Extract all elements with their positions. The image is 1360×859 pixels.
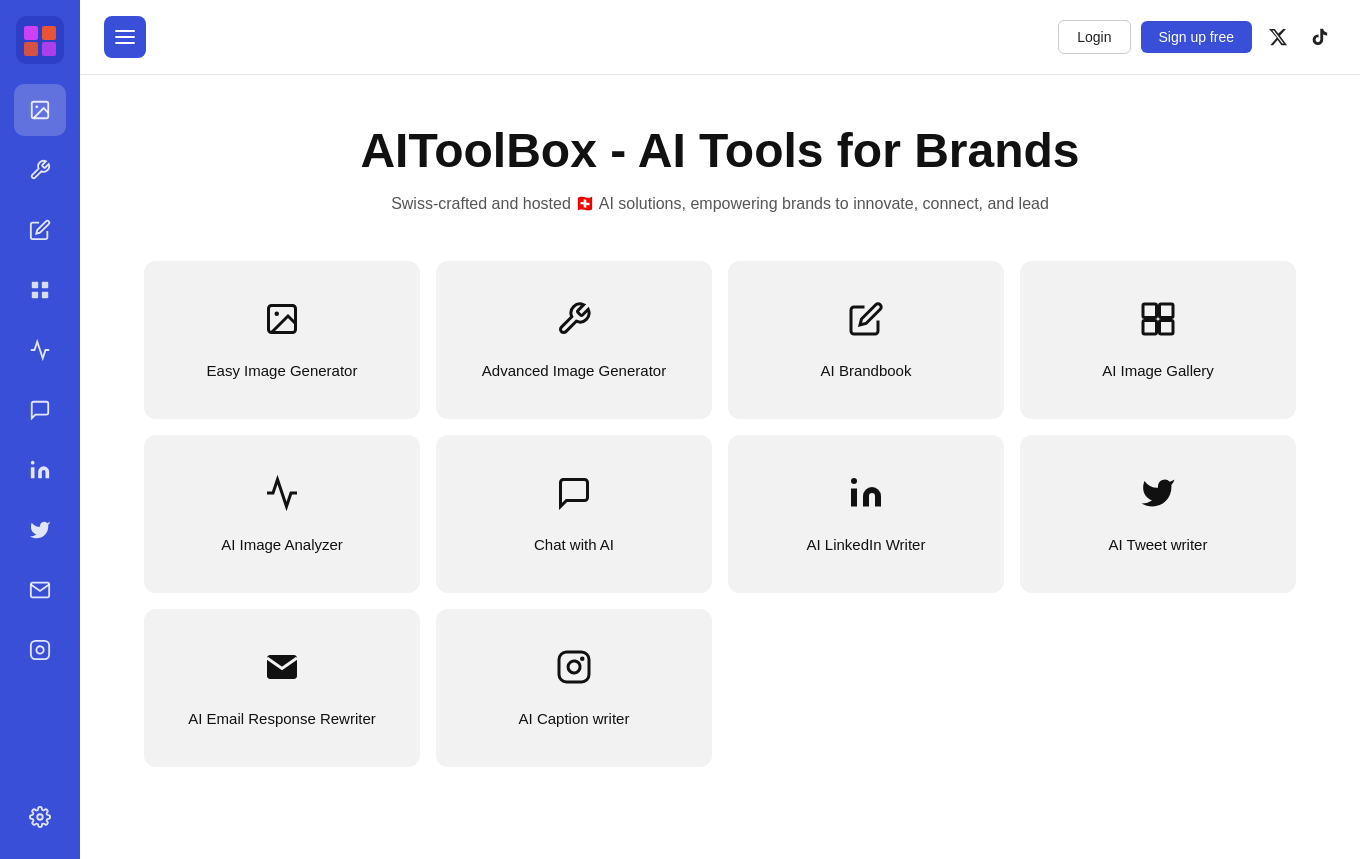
svg-rect-2 [42,26,56,40]
sidebar-item-edit[interactable] [14,204,66,256]
svg-rect-11 [31,467,35,478]
sidebar-item-instagram[interactable] [14,624,66,676]
tool-card-ai-email-rewriter[interactable]: AI Email Response Rewriter [144,609,420,767]
sidebar-item-analytics[interactable] [14,324,66,376]
ai-caption-writer-icon [556,649,592,694]
tool-card-ai-tweet-writer[interactable]: AI Tweet writer [1020,435,1296,593]
svg-rect-1 [24,26,38,40]
tools-grid: Easy Image Generator Advanced Image Gene… [120,245,1320,799]
topbar-actions: Login Sign up free [1058,20,1336,54]
tool-label: AI Image Gallery [1102,362,1214,379]
svg-point-6 [35,105,38,108]
login-button[interactable]: Login [1058,20,1130,54]
svg-rect-9 [32,292,38,298]
svg-rect-10 [42,292,48,298]
tool-card-advanced-image-gen[interactable]: Advanced Image Generator [436,261,712,419]
svg-rect-8 [42,282,48,288]
tiktok-icon[interactable] [1304,21,1336,53]
sidebar-item-twitter[interactable] [14,504,66,556]
svg-point-17 [275,312,280,317]
subtitle-rest: AI solutions, empowering brands to innov… [599,195,1049,212]
svg-rect-7 [32,282,38,288]
twitter-x-icon[interactable] [1262,21,1294,53]
tool-label: Easy Image Generator [207,362,358,379]
tool-label: AI Tweet writer [1109,536,1208,553]
sidebar-item-email[interactable] [14,564,66,616]
hero-subtitle: Swiss-crafted and hosted 🇨🇭 AI solutions… [104,194,1336,213]
ai-image-gallery-icon [1140,301,1176,346]
svg-rect-18 [1143,304,1157,318]
svg-rect-4 [42,42,56,56]
main-area: Login Sign up free AIToolBox - AI Tools … [80,0,1360,859]
svg-rect-24 [559,652,589,682]
ai-linkedin-writer-icon [848,475,884,520]
tool-label: AI Email Response Rewriter [188,710,376,727]
topbar: Login Sign up free [80,0,1360,75]
svg-point-23 [851,478,857,484]
signup-button[interactable]: Sign up free [1141,21,1253,53]
subtitle-text: Swiss-crafted and hosted [391,195,571,212]
tool-label: AI Brandbook [821,362,912,379]
tool-card-ai-brandbook[interactable]: AI Brandbook [728,261,1004,419]
chat-with-ai-icon [556,475,592,520]
hero-section: AIToolBox - AI Tools for Brands Swiss-cr… [80,75,1360,245]
sidebar-item-chat[interactable] [14,384,66,436]
svg-point-12 [31,461,35,465]
tool-label: AI LinkedIn Writer [807,536,926,553]
tool-card-ai-image-gallery[interactable]: AI Image Gallery [1020,261,1296,419]
tool-card-chat-with-ai[interactable]: Chat with AI [436,435,712,593]
menu-button[interactable] [104,16,146,58]
ai-email-rewriter-icon [264,649,300,694]
app-logo[interactable] [16,16,64,64]
tool-card-ai-linkedin-writer[interactable]: AI LinkedIn Writer [728,435,1004,593]
svg-rect-20 [1143,321,1157,335]
ai-brandbook-icon [848,301,884,346]
tool-label: AI Image Analyzer [221,536,343,553]
svg-rect-3 [24,42,38,56]
tool-label: AI Caption writer [519,710,630,727]
svg-rect-0 [16,16,64,64]
sidebar-item-settings[interactable] [14,791,66,843]
svg-rect-13 [31,641,49,659]
tool-card-ai-caption-writer[interactable]: AI Caption writer [436,609,712,767]
tool-label: Advanced Image Generator [482,362,666,379]
hero-title: AIToolBox - AI Tools for Brands [104,123,1336,178]
advanced-image-gen-icon [556,301,592,346]
flag: 🇨🇭 [575,195,595,212]
tool-card-ai-image-analyzer[interactable]: AI Image Analyzer [144,435,420,593]
svg-rect-21 [1160,321,1174,335]
ai-tweet-writer-icon [1140,475,1176,520]
svg-point-15 [37,814,43,820]
svg-rect-19 [1160,304,1174,318]
tool-label: Chat with AI [534,536,614,553]
sidebar-item-images[interactable] [14,84,66,136]
tool-card-easy-image-gen[interactable]: Easy Image Generator [144,261,420,419]
svg-rect-22 [851,489,857,507]
sidebar-item-gallery[interactable] [14,264,66,316]
ai-image-analyzer-icon [264,475,300,520]
sidebar-item-tools[interactable] [14,144,66,196]
easy-image-gen-icon [264,301,300,346]
sidebar [0,0,80,859]
sidebar-item-linkedin[interactable] [14,444,66,496]
